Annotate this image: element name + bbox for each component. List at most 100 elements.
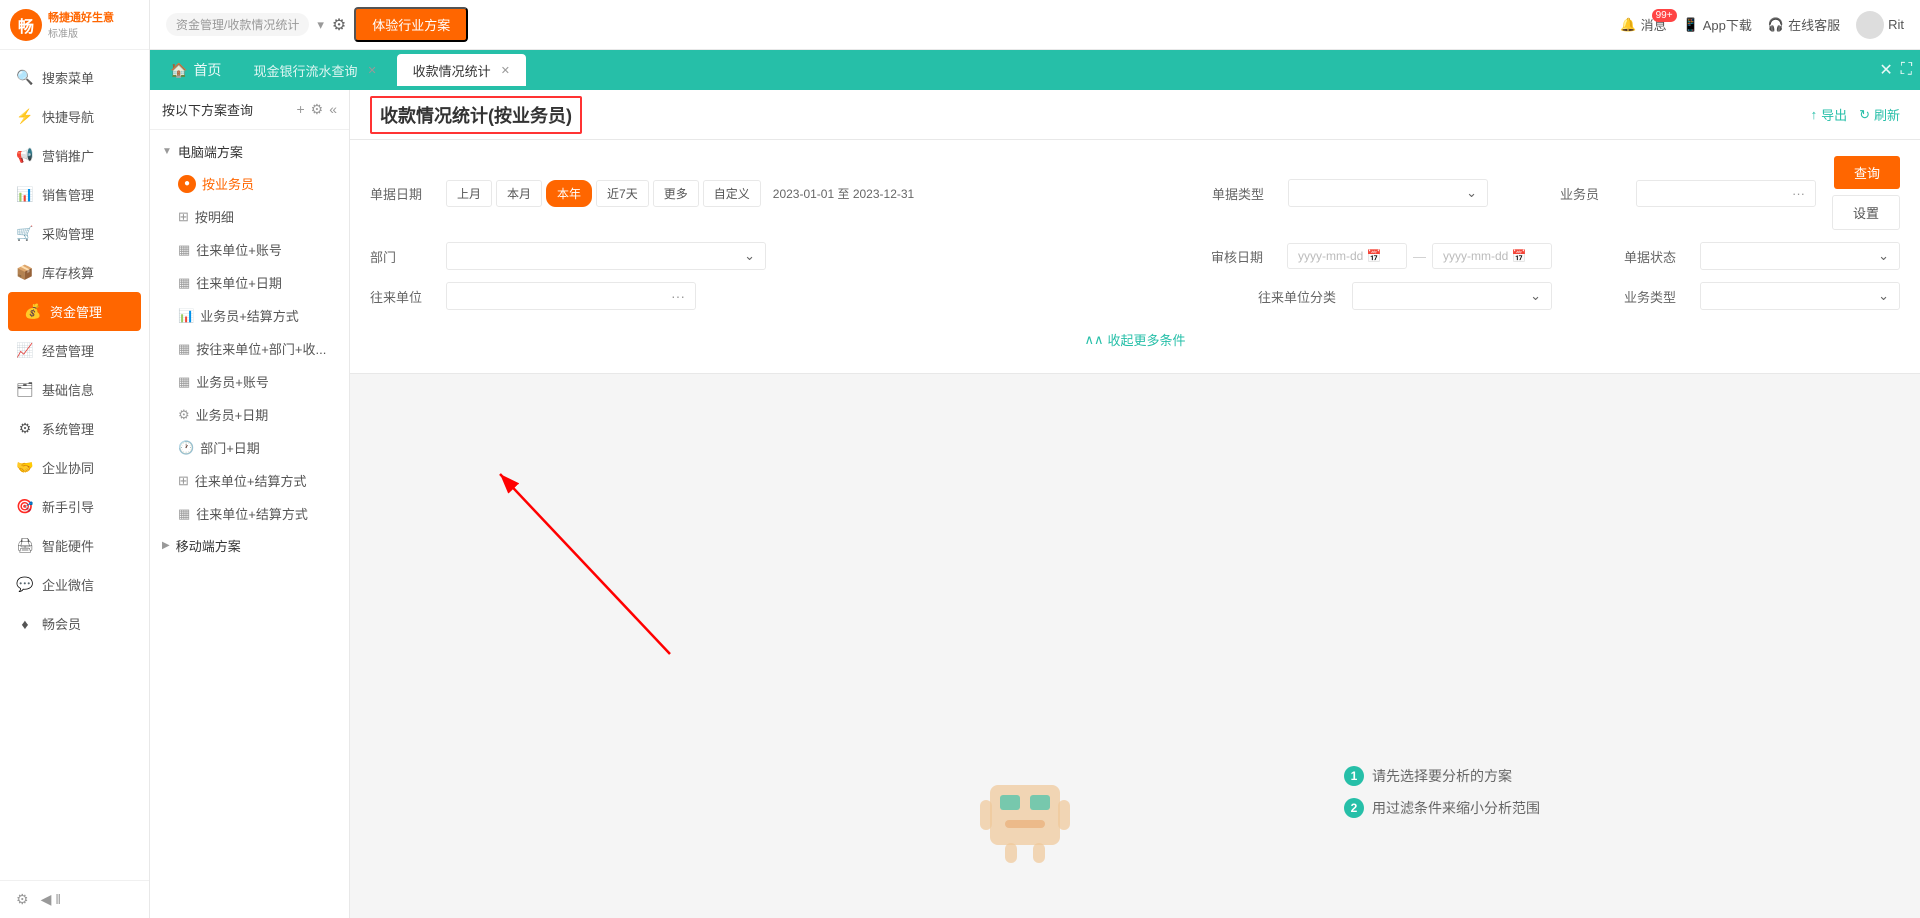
sidebar-item-hardware[interactable]: 🖨 智能硬件 [0,526,149,565]
inventory-icon: 📦 [16,264,34,282]
scheme-add-btn[interactable]: + [296,101,304,118]
app-download-btn[interactable]: 📱 App下载 [1683,15,1752,34]
refresh-btn[interactable]: ↻ 刷新 [1859,105,1900,124]
voucher-type-select[interactable]: ⌄ [1288,179,1488,207]
sidebar-settings-btn[interactable]: ⚙ [16,891,29,908]
sidebar-item-inventory[interactable]: 📦 库存核算 [0,253,149,292]
empty-hints: 1 请先选择要分析的方案 2 用过滤条件来缩小分析范围 [1344,766,1540,818]
salesperson-select[interactable]: ··· [1636,180,1816,207]
counterpart-more-icon[interactable]: ··· [671,288,685,304]
system-icon: ⚙ [16,420,34,438]
sidebar-item-marketing[interactable]: 📢 营销推广 [0,136,149,175]
date-btn-thisyear[interactable]: 本年 [546,180,592,207]
quicknav-icon: ⚡ [16,108,34,126]
tab-bank-flow-close[interactable]: ✕ [367,64,376,77]
home-icon: 🏠 [170,62,187,79]
salesperson-label: 业务员 [1560,184,1620,203]
tab-bank-flow[interactable]: 现金银行流水查询 ✕ [237,54,392,86]
scheme-settings-btn[interactable]: ⚙ [311,101,324,118]
export-btn[interactable]: ↑ 导出 [1811,105,1848,124]
sidebar-item-operation[interactable]: 📈 经营管理 [0,331,149,370]
tree-item-7[interactable]: ⚙ 业务员+日期 [150,398,349,431]
tree-item-1[interactable]: ⊞ 按明细 [150,200,349,233]
scheme-panel: 按以下方案查询 + ⚙ « ▼ 电脑端方案 ● 按业务员 [150,90,350,918]
collapse-more-btn[interactable]: ∧∧ 收起更多条件 [370,322,1900,357]
empty-illustration [965,755,1085,878]
tree-item-6[interactable]: ▦ 业务员+账号 [150,365,349,398]
topbar-gear-icon[interactable]: ⚙ [332,15,346,35]
business-type-select[interactable]: ⌄ [1700,282,1900,310]
table-icon-4: ▦ [178,374,190,390]
headset-icon: 🎧 [1768,17,1784,33]
review-date-to[interactable]: yyyy-mm-dd 📅 [1432,243,1552,269]
tab-home[interactable]: 🏠 首页 [158,54,233,86]
sidebar-item-quicknav[interactable]: ⚡ 快捷导航 [0,97,149,136]
tree-item-8[interactable]: 🕐 部门+日期 [150,431,349,464]
tree-item-3[interactable]: ▦ 往来单位+日期 [150,266,349,299]
tab-maximize-icon[interactable]: ⛶ [1901,61,1912,79]
sidebar-item-search[interactable]: 🔍 搜索菜单 [0,58,149,97]
table-icon-3: ▦ [178,341,190,357]
tree-group-mobile-header[interactable]: ▶ 移动端方案 [150,530,349,561]
refresh-label: 刷新 [1874,105,1900,124]
counterpart-cat-select[interactable]: ⌄ [1352,282,1552,310]
voucher-status-select[interactable]: ⌄ [1700,242,1900,270]
hint-text-2: 用过滤条件来缩小分析范围 [1372,798,1540,818]
breadcrumb: 资金管理/收款情况统计 [166,13,309,36]
date-btn-more[interactable]: 更多 [653,180,699,207]
sidebar-item-enterprise[interactable]: 🤝 企业协同 [0,448,149,487]
sidebar-item-guide[interactable]: 🎯 新手引导 [0,487,149,526]
query-btn[interactable]: 查询 [1834,156,1900,189]
sidebar-item-finance[interactable]: 💰 资金管理 [8,292,141,331]
date-btn-custom[interactable]: 自定义 [703,180,761,207]
trial-btn[interactable]: 体验行业方案 [354,7,468,42]
breadcrumb-dropdown-icon[interactable]: ▾ [317,17,324,33]
page-title: 收款情况统计(按业务员) [370,96,582,134]
date-btn-thismonth[interactable]: 本月 [496,180,542,207]
business-type-label: 业务类型 [1624,287,1684,306]
scheme-collapse-btn[interactable]: « [329,101,337,118]
sidebar-collapse-btn[interactable]: ◀ ‖ [41,891,61,908]
business-type-dropdown-icon: ⌄ [1878,288,1889,304]
sidebar-item-sales[interactable]: 📊 销售管理 [0,175,149,214]
sidebar-item-basic[interactable]: 🗂 基础信息 [0,370,149,409]
date-separator: — [1413,249,1426,264]
online-service-label: 在线客服 [1788,15,1840,34]
counterpart-select[interactable]: ··· [446,282,696,310]
dept-select[interactable]: ⌄ [446,242,766,270]
topbar: 资金管理/收款情况统计 ▾ ⚙ 体验行业方案 🔔 消息 99+ 📱 App下载 … [150,0,1920,50]
basic-icon: 🗂 [16,381,34,399]
sidebar-item-purchase[interactable]: 🛒 采购管理 [0,214,149,253]
tree-item-4[interactable]: 📊 业务员+结算方式 [150,299,349,332]
sidebar-item-wechat[interactable]: 💬 企业微信 [0,565,149,604]
tree-item-2[interactable]: ▦ 往来单位+账号 [150,233,349,266]
tree-item-9[interactable]: ⊞ 往来单位+结算方式 [150,464,349,497]
tree-item-10[interactable]: ▦ 往来单位+结算方式 [150,497,349,530]
tree-group-desktop-header[interactable]: ▼ 电脑端方案 [150,136,349,167]
review-date-group: yyyy-mm-dd 📅 — yyyy-mm-dd 📅 [1287,243,1552,269]
filter-area: 单据日期 上月 本月 本年 近7天 更多 自定义 2023-01-01 至 20… [350,140,1920,374]
tab-bank-flow-label: 现金银行流水查询 [253,61,357,80]
review-date-from[interactable]: yyyy-mm-dd 📅 [1287,243,1407,269]
tab-receipt-stats[interactable]: 收款情况统计 ✕ [397,54,526,86]
user-name: Rit [1888,17,1904,32]
hint-item-1: 1 请先选择要分析的方案 [1344,766,1540,786]
tabbar: 🏠 首页 现金银行流水查询 ✕ 收款情况统计 ✕ ✕ ⛶ [150,50,1920,90]
date-btn-7days[interactable]: 近7天 [596,180,649,207]
tree-item-5[interactable]: ▦ 按往来单位+部门+收... [150,332,349,365]
search-icon: 🔍 [16,69,34,87]
wechat-icon: 💬 [16,576,34,594]
online-service-btn[interactable]: 🎧 在线客服 [1768,15,1840,34]
user-area[interactable]: Rit [1856,11,1904,39]
date-btn-lastmonth[interactable]: 上月 [446,180,492,207]
tree-item-0[interactable]: ● 按业务员 [150,167,349,200]
tab-close-all-icon[interactable]: ✕ [1879,60,1892,80]
messages-btn[interactable]: 🔔 消息 99+ [1620,15,1666,34]
hint-text-1: 请先选择要分析的方案 [1372,766,1512,786]
tab-receipt-stats-close[interactable]: ✕ [501,64,510,77]
review-date-to-placeholder: yyyy-mm-dd [1443,249,1508,263]
setting-btn[interactable]: 设置 [1832,195,1900,230]
collapse-icon: ∧∧ [1084,332,1103,348]
sidebar-item-system[interactable]: ⚙ 系统管理 [0,409,149,448]
sidebar-item-member[interactable]: ♦ 畅会员 [0,604,149,643]
